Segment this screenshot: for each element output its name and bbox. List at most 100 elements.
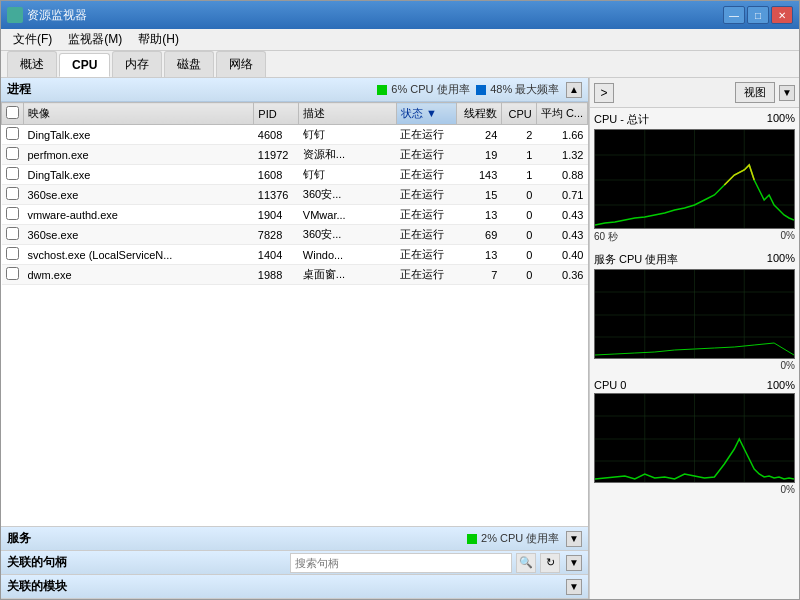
process-table-container: 映像 PID 描述 状态 ▼ 线程数 CPU 平均 C... DingTa: [1, 102, 588, 526]
row-checkbox-6[interactable]: [2, 245, 24, 265]
right-panel-dropdown[interactable]: ▼: [779, 85, 795, 101]
handles-section: 关联的句柄 🔍 ↻ ▼: [1, 551, 588, 575]
col-checkbox[interactable]: [2, 103, 24, 125]
row-threads-7: 7: [456, 265, 501, 285]
row-cpu-3: 0: [501, 185, 536, 205]
process-section: 进程 6% CPU 使用率 48% 最大频率 ▲: [1, 78, 588, 527]
tab-network[interactable]: 网络: [216, 51, 266, 77]
row-checkbox-3[interactable]: [2, 185, 24, 205]
maximize-button[interactable]: □: [747, 6, 769, 24]
row-avgcpu-6: 0.40: [536, 245, 587, 265]
row-checkbox-5[interactable]: [2, 225, 24, 245]
handles-title: 关联的句柄: [7, 554, 277, 571]
col-image[interactable]: 映像: [24, 103, 254, 125]
process-collapse-btn[interactable]: ▲: [566, 82, 582, 98]
app-icon: [7, 7, 23, 23]
modules-section-header[interactable]: 关联的模块 ▼: [1, 575, 588, 599]
row-checkbox-0[interactable]: [2, 125, 24, 145]
handles-search-input[interactable]: [290, 553, 512, 573]
modules-collapse-btn[interactable]: ▼: [566, 579, 582, 595]
tab-overview[interactable]: 概述: [7, 51, 57, 77]
row-image-6: svchost.exe (LocalServiceN...: [24, 245, 254, 265]
col-avgcpu[interactable]: 平均 C...: [536, 103, 587, 125]
row-threads-1: 19: [456, 145, 501, 165]
row-pid-3: 11376: [254, 185, 299, 205]
row-image-7: dwm.exe: [24, 265, 254, 285]
menu-monitor[interactable]: 监视器(M): [60, 29, 130, 50]
table-row[interactable]: svchost.exe (LocalServiceN... 1404 Windo…: [2, 245, 588, 265]
window-title: 资源监视器: [27, 7, 723, 24]
row-status-2: 正在运行: [396, 165, 456, 185]
process-cpu-indicator: 6% CPU 使用率: [377, 82, 469, 97]
col-pid[interactable]: PID: [254, 103, 299, 125]
handles-collapse-btn[interactable]: ▼: [566, 555, 582, 571]
menu-file[interactable]: 文件(F): [5, 29, 60, 50]
row-avgcpu-2: 0.88: [536, 165, 587, 185]
tab-cpu[interactable]: CPU: [59, 53, 110, 77]
row-checkbox-4[interactable]: [2, 205, 24, 225]
row-pid-2: 1608: [254, 165, 299, 185]
row-pid-4: 1904: [254, 205, 299, 225]
row-status-6: 正在运行: [396, 245, 456, 265]
handles-search-row: 🔍 ↻: [284, 551, 566, 575]
process-section-header[interactable]: 进程 6% CPU 使用率 48% 最大频率 ▲: [1, 78, 588, 102]
right-panel-header: > 视图 ▼: [590, 78, 799, 108]
menu-bar: 文件(F) 监视器(M) 帮助(H): [1, 29, 799, 51]
table-row[interactable]: dwm.exe 1988 桌面窗... 正在运行 7 0 0.36: [2, 265, 588, 285]
table-row[interactable]: perfmon.exe 11972 资源和... 正在运行 19 1 1.32: [2, 145, 588, 165]
row-checkbox-7[interactable]: [2, 265, 24, 285]
services-title: 服务: [7, 530, 467, 547]
window-controls: — □ ✕: [723, 6, 793, 24]
view-button[interactable]: 视图: [735, 82, 775, 103]
col-cpu[interactable]: CPU: [501, 103, 536, 125]
table-row[interactable]: vmware-authd.exe 1904 VMwar... 正在运行 13 0…: [2, 205, 588, 225]
row-checkbox-1[interactable]: [2, 145, 24, 165]
row-cpu-5: 0: [501, 225, 536, 245]
services-section-header[interactable]: 服务 2% CPU 使用率 ▼: [1, 527, 588, 551]
row-avgcpu-3: 0.71: [536, 185, 587, 205]
modules-title: 关联的模块: [7, 578, 559, 595]
row-pid-5: 7828: [254, 225, 299, 245]
row-status-4: 正在运行: [396, 205, 456, 225]
col-status[interactable]: 状态 ▼: [396, 103, 456, 125]
table-row[interactable]: DingTalk.exe 1608 钉钉 正在运行 143 1 0.88: [2, 165, 588, 185]
menu-help[interactable]: 帮助(H): [130, 29, 187, 50]
col-desc[interactable]: 描述: [299, 103, 397, 125]
row-cpu-6: 0: [501, 245, 536, 265]
row-threads-6: 13: [456, 245, 501, 265]
row-status-0: 正在运行: [396, 125, 456, 145]
row-cpu-1: 1: [501, 145, 536, 165]
services-collapse-btn[interactable]: ▼: [566, 531, 582, 547]
row-threads-4: 13: [456, 205, 501, 225]
handles-search-button[interactable]: 🔍: [516, 553, 536, 573]
row-checkbox-2[interactable]: [2, 165, 24, 185]
row-threads-0: 24: [456, 125, 501, 145]
cpu-total-label: CPU - 总计 100%: [594, 112, 795, 127]
cpu0-graph: [594, 393, 795, 483]
row-desc-0: 钉钉: [299, 125, 397, 145]
row-desc-5: 360安...: [299, 225, 397, 245]
right-panel: > 视图 ▼ CPU - 总计 100%: [589, 78, 799, 599]
table-row[interactable]: DingTalk.exe 4608 钉钉 正在运行 24 2 1.66: [2, 125, 588, 145]
row-pid-6: 1404: [254, 245, 299, 265]
table-row[interactable]: 360se.exe 7828 360安... 正在运行 69 0 0.43: [2, 225, 588, 245]
close-button[interactable]: ✕: [771, 6, 793, 24]
col-threads[interactable]: 线程数: [456, 103, 501, 125]
row-status-3: 正在运行: [396, 185, 456, 205]
row-threads-3: 15: [456, 185, 501, 205]
row-image-5: 360se.exe: [24, 225, 254, 245]
table-row[interactable]: 360se.exe 11376 360安... 正在运行 15 0 0.71: [2, 185, 588, 205]
select-all-checkbox[interactable]: [6, 106, 19, 119]
tab-memory[interactable]: 内存: [112, 51, 162, 77]
main-window: 资源监视器 — □ ✕ 文件(F) 监视器(M) 帮助(H) 概述 CPU 内存…: [0, 0, 800, 600]
row-image-2: DingTalk.exe: [24, 165, 254, 185]
process-title: 进程: [7, 81, 377, 98]
handles-refresh-button[interactable]: ↻: [540, 553, 560, 573]
row-threads-5: 69: [456, 225, 501, 245]
row-desc-1: 资源和...: [299, 145, 397, 165]
handles-section-header[interactable]: 关联的句柄 🔍 ↻ ▼: [1, 551, 588, 575]
right-panel-expand-button[interactable]: >: [594, 83, 614, 103]
tab-disk[interactable]: 磁盘: [164, 51, 214, 77]
minimize-button[interactable]: —: [723, 6, 745, 24]
process-table: 映像 PID 描述 状态 ▼ 线程数 CPU 平均 C... DingTa: [1, 102, 588, 285]
